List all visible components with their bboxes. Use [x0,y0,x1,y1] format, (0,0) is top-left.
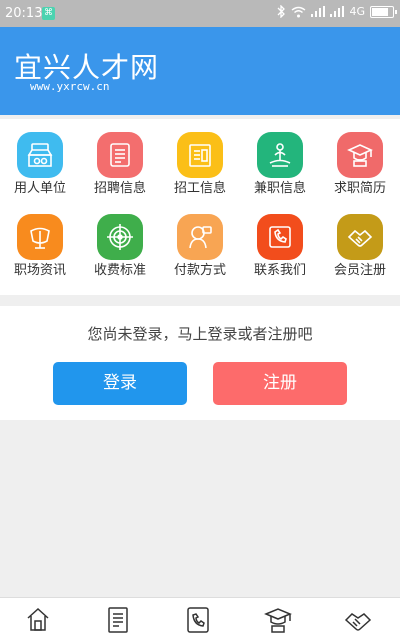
nav-document[interactable] [98,606,138,640]
phone-book-icon [187,607,209,633]
grid-item-register[interactable]: 会员注册 [320,201,400,281]
grid-item-label: 招工信息 [173,181,226,196]
bluetooth-icon [278,5,286,18]
grid-item-label: 收费标准 [93,263,146,278]
site-url: www.yxrcw.cn [30,80,110,93]
parttime-icon [257,132,303,178]
recruit-doc-icon [97,132,143,178]
bottom-nav [0,597,400,640]
grid-item-label: 用人单位 [13,181,66,196]
grid-item-label: 求职简历 [333,181,386,196]
login-prompt: 您尚未登录，马上登录或者注册吧 [87,325,313,343]
app-notification-icon: ⌘ [42,7,55,20]
nav-graduate[interactable] [258,606,298,640]
graduate-resume-icon [337,132,383,178]
grid-item-recruit[interactable]: 招聘信息 [80,119,160,199]
nav-contact[interactable] [178,606,218,640]
home-icon [27,607,49,631]
nav-handshake[interactable] [338,606,378,640]
signal-icon-2 [330,6,345,17]
document-icon [108,607,128,633]
grid-item-label: 会员注册 [333,263,386,278]
news-icon [17,214,63,260]
grid-item-label: 联系我们 [253,263,306,278]
register-button[interactable]: 注册 [213,362,347,405]
grid-item-news[interactable]: 职场资讯 [0,201,80,281]
company-icon [17,132,63,178]
login-button[interactable]: 登录 [53,362,187,405]
wifi-icon [292,6,306,17]
status-bar: 20:13 ⌘ 4G [0,0,400,27]
grid-item-fees[interactable]: 收费标准 [80,201,160,281]
worker-list-icon [177,132,223,178]
grid-item-company[interactable]: 用人单位 [0,119,80,199]
target-icon [97,214,143,260]
graduate-icon [264,608,292,633]
grid-item-label: 兼职信息 [253,181,306,196]
grid-item-label: 招聘信息 [93,181,146,196]
grid-item-label: 付款方式 [173,263,226,278]
battery-fill [372,7,389,16]
grid-item-contact[interactable]: 联系我们 [240,201,320,281]
battery-icon [370,5,397,18]
login-card: 您尚未登录，马上登录或者注册吧 登录 注册 [0,306,400,420]
nav-home[interactable] [18,606,58,640]
app-header: 宜兴人才网 www.yxrcw.cn [0,27,400,115]
function-grid: 用人单位 招聘信息 招工信息 兼职信息 求职简历 职场资讯 收费标准 付款方式 … [0,119,400,295]
grid-item-resume[interactable]: 求职简历 [320,119,400,199]
payment-icon [177,214,223,260]
status-time: 20:13 [5,6,43,21]
grid-item-label: 职场资讯 [13,263,66,278]
grid-item-payment[interactable]: 付款方式 [160,201,240,281]
handshake-icon [344,613,372,631]
handshake-icon [337,214,383,260]
grid-item-worker[interactable]: 招工信息 [160,119,240,199]
grid-item-parttime[interactable]: 兼职信息 [240,119,320,199]
status-right: 4G [277,5,397,18]
phone-icon [257,214,303,260]
network-type: 4G [349,5,365,18]
signal-icon [311,6,326,17]
